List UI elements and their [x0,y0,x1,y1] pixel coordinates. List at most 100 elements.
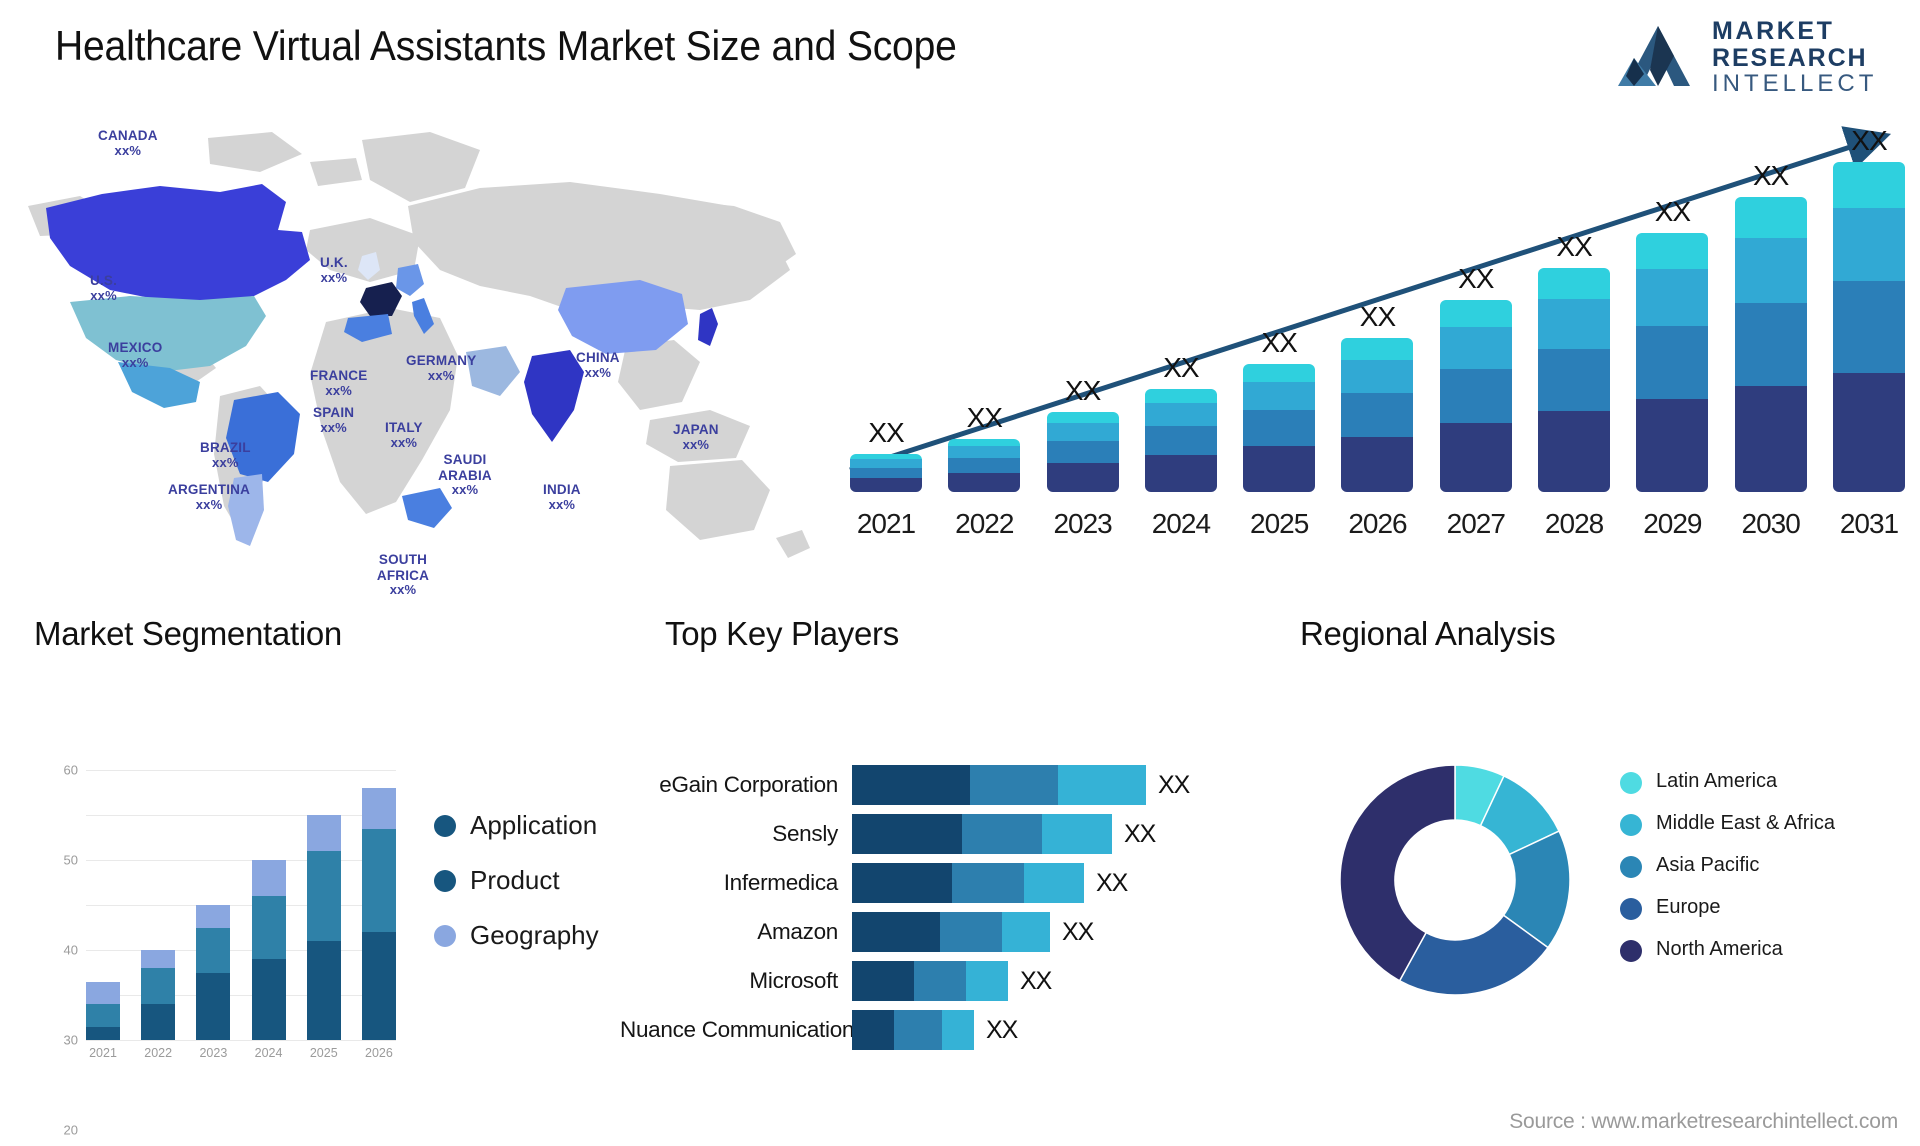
growth-bar-column: XX [1832,125,1905,492]
segmentation-bar-segment [141,950,176,968]
growth-bar-segment [1832,280,1905,374]
player-bar-segment [1024,863,1084,903]
player-bar-segment [942,1010,974,1050]
legend-color-dot [434,924,456,947]
player-bar-segment [914,961,966,1001]
player-bar-segment [852,863,952,903]
growth-bar [948,439,1021,492]
growth-bar-segment [1832,208,1905,281]
growth-bar-value: XX [1359,301,1396,332]
segmentation-bar-segment [306,941,341,1040]
player-bar-segment [940,912,1002,952]
legend-color-dot [434,869,456,892]
player-value: XX [1158,770,1190,799]
brand-logo: MARKET RESEARCH INTELLECT [1612,14,1902,100]
growth-year-label: 2030 [1741,508,1801,539]
players-title: Top Key Players [665,615,899,652]
player-bar-segment [1002,912,1050,952]
growth-bar-value: XX [868,417,904,448]
growth-bar-column: XX [1046,375,1119,492]
growth-bar-segment [1439,422,1512,492]
growth-bar-segment [1538,268,1611,300]
legend-item: Geography [434,920,599,951]
growth-bar-value: XX [1752,160,1789,191]
growth-bar-value: XX [1654,196,1691,227]
map-label-india: INDIA xx% [543,482,581,512]
legend-color-dot [1620,898,1642,920]
growth-bar-segment [1144,389,1217,404]
growth-bar-segment [948,458,1021,473]
growth-year-label: 2021 [856,508,916,539]
segmentation-bar-segment [141,968,176,1004]
segmentation-title: Market Segmentation [34,615,342,652]
growth-bar-column: XX [1734,160,1807,492]
player-bar [852,814,1112,854]
segmentation-bar [86,981,120,1040]
growth-year-label: 2025 [1250,508,1309,539]
growth-bar-column: XX [1341,301,1414,492]
y-axis-tick: 40 [63,942,78,958]
regional-legend-item: Middle East & Africa [1620,812,1835,836]
player-row: Amazon XX [620,912,1320,952]
growth-bar [1439,300,1512,492]
segmentation-bar-segment [86,1026,120,1040]
segmentation-bar-segment [86,1004,120,1027]
segmentation-bar [141,950,176,1040]
segmentation-bar-segment [306,851,341,941]
player-bar [852,863,1084,903]
growth-bar-segment [1046,440,1119,464]
growth-bar-segment [1243,364,1316,382]
growth-bar-segment [948,472,1021,492]
x-axis-label: 2022 [144,1046,173,1060]
regional-legend: Latin America Middle East & Africa Asia Pa… [1620,770,1835,980]
player-name: Microsoft [749,968,838,993]
growth-bar-segment [1341,436,1414,492]
country-japan [698,308,718,346]
segmentation-bar-segment [196,905,231,928]
segmentation-bar-segment [86,981,120,1004]
market-segmentation-panel: Market Segmentation 6050403020100 202120… [34,615,599,1138]
player-bar-segment [1042,814,1112,854]
legend-label: North America [1656,938,1783,960]
growth-bar-segment [1144,426,1217,455]
world-map: CANADA xx% U.S. xx% MEXICO xx% BRAZIL xx… [10,110,830,597]
growth-bar-value: XX [1556,231,1592,262]
growth-bar-segment [1636,398,1709,492]
segmentation-bar [251,860,286,1040]
growth-bar-segment [1734,385,1807,492]
segmentation-bar-segment [251,896,286,959]
segmentation-plot: 6050403020100 202120222023202420252026 [64,763,396,1138]
growth-bar-segment [1439,300,1512,327]
player-value: XX [986,1015,1018,1044]
regional-legend-item: Latin America [1620,770,1835,794]
player-name: Sensly [772,821,838,846]
player-bar-segment [852,765,970,805]
regional-legend-item: North America [1620,938,1835,962]
map-label-canada: CANADA xx% [98,128,158,158]
segmentation-bar-segment [196,972,231,1040]
growth-year-label: 2022 [955,508,1014,539]
segmentation-x-axis: 2021 2022 2023 2024 2025 2026 [86,1040,396,1060]
regional-title: Regional Analysis [1300,615,1556,652]
map-label-brazil: BRAZIL xx% [200,440,251,470]
top-key-players-panel: Top Key Players eGain Corporation XX Sensl… [620,615,1320,1050]
player-row: Sensly XX [620,814,1320,854]
map-label-argentina: ARGENTINA xx% [168,482,251,512]
infographic-page: Healthcare Virtual Assistants Market Siz… [0,0,1920,1146]
legend-label: Middle East & Africa [1656,812,1835,834]
growth-bar-value: XX [1064,375,1101,406]
growth-bar [1243,364,1316,492]
logo-line-1: MARKET [1712,17,1835,45]
map-label-japan: JAPAN xx% [673,422,719,452]
player-bar [852,961,1008,1001]
regional-legend-item: Asia Pacific [1620,854,1835,878]
map-label-saudi-arabia: SAUDI ARABIA xx% [438,452,492,498]
player-bar-segment [852,814,962,854]
growth-bar [1538,268,1611,492]
growth-year-label: 2031 [1839,508,1899,539]
growth-bar [1636,233,1709,492]
world-map-svg [28,132,810,558]
player-bar-segment [852,961,914,1001]
x-axis-label: 2024 [254,1046,283,1060]
player-name: Amazon [757,919,838,944]
